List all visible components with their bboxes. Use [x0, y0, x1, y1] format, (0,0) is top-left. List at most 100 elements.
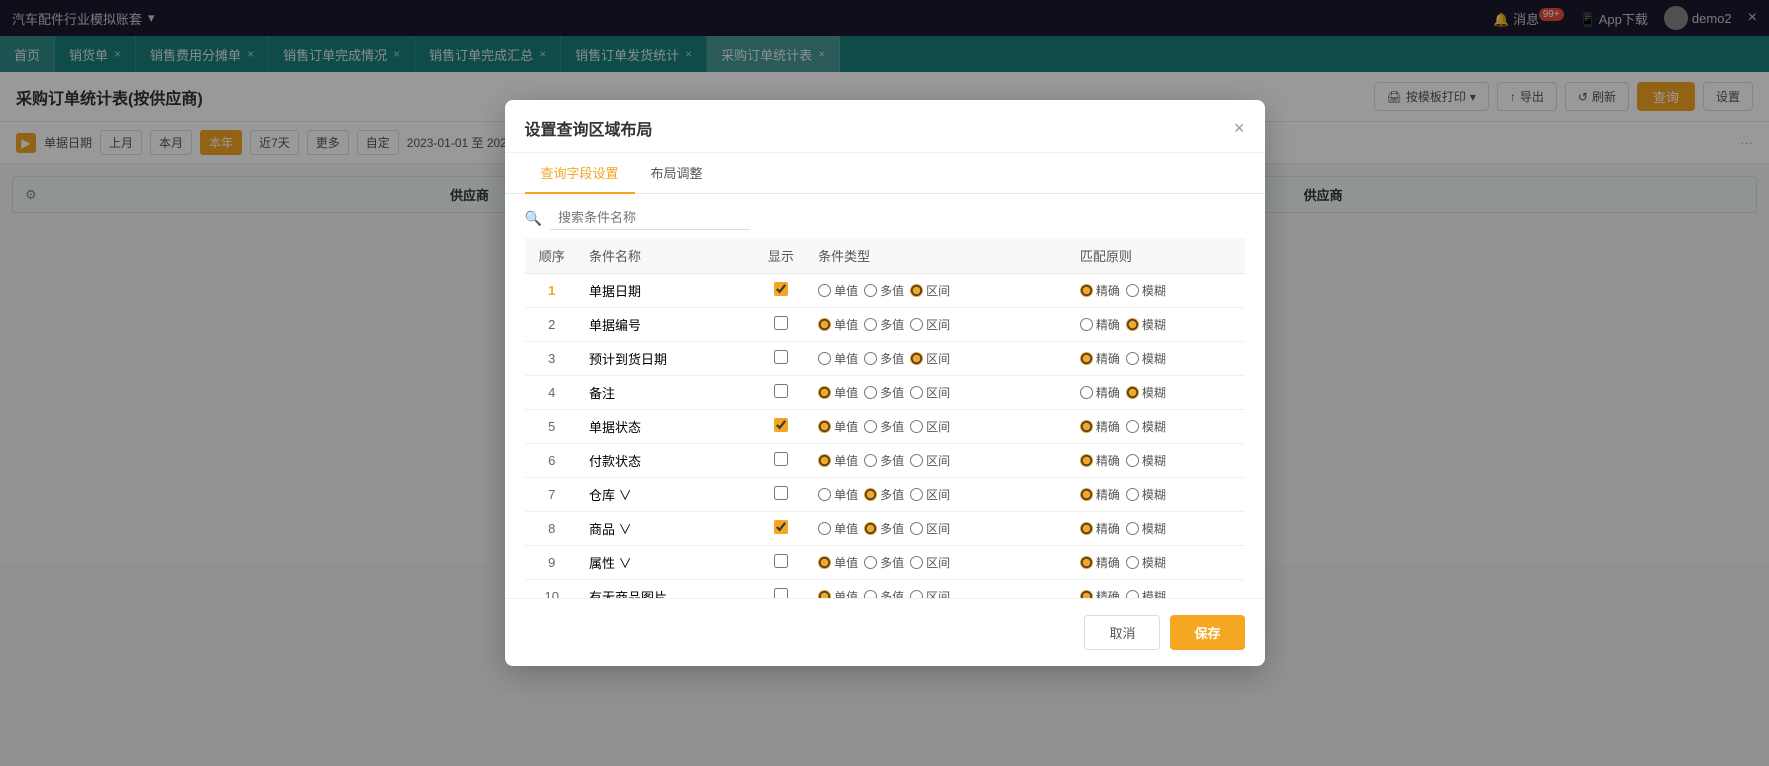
row-display-checkbox[interactable] — [774, 316, 788, 330]
type-range-label[interactable]: 区间 — [910, 588, 950, 598]
modal-close-button[interactable]: × — [1234, 119, 1245, 137]
match-fuzzy-label[interactable]: 模糊 — [1126, 282, 1166, 299]
match-fuzzy-radio[interactable] — [1126, 488, 1139, 501]
type-single-label[interactable]: 单值 — [818, 588, 858, 598]
type-single-radio[interactable] — [818, 284, 831, 297]
match-fuzzy-radio[interactable] — [1126, 284, 1139, 297]
type-multi-label[interactable]: 多值 — [864, 486, 904, 503]
type-range-radio[interactable] — [910, 386, 923, 399]
match-fuzzy-radio[interactable] — [1126, 386, 1139, 399]
row-display-checkbox[interactable] — [774, 350, 788, 364]
type-multi-label[interactable]: 多值 — [864, 588, 904, 598]
match-fuzzy-label[interactable]: 模糊 — [1126, 350, 1166, 367]
type-range-label[interactable]: 区间 — [910, 486, 950, 503]
type-range-radio[interactable] — [910, 284, 923, 297]
row-display-checkbox[interactable] — [774, 282, 788, 296]
type-range-radio[interactable] — [910, 488, 923, 501]
type-range-radio[interactable] — [910, 590, 923, 598]
match-exact-label[interactable]: 精确 — [1080, 316, 1120, 333]
type-single-radio[interactable] — [818, 352, 831, 365]
type-single-label[interactable]: 单值 — [818, 452, 858, 469]
match-exact-label[interactable]: 精确 — [1080, 588, 1120, 598]
type-multi-radio[interactable] — [864, 318, 877, 331]
match-exact-radio[interactable] — [1080, 454, 1093, 467]
modal-overlay[interactable]: 设置查询区域布局 × 查询字段设置 布局调整 🔍 顺序 条件名称 — [0, 0, 1769, 766]
type-single-label[interactable]: 单值 — [818, 520, 858, 537]
row-display-checkbox[interactable] — [774, 452, 788, 466]
match-exact-label[interactable]: 精确 — [1080, 282, 1120, 299]
type-single-label[interactable]: 单值 — [818, 486, 858, 503]
match-fuzzy-label[interactable]: 模糊 — [1126, 554, 1166, 571]
type-multi-radio[interactable] — [864, 386, 877, 399]
type-single-label[interactable]: 单值 — [818, 554, 858, 571]
type-multi-label[interactable]: 多值 — [864, 520, 904, 537]
type-multi-radio[interactable] — [864, 556, 877, 569]
type-range-radio[interactable] — [910, 318, 923, 331]
match-fuzzy-radio[interactable] — [1126, 590, 1139, 598]
type-single-radio[interactable] — [818, 454, 831, 467]
type-range-label[interactable]: 区间 — [910, 282, 950, 299]
row-display-checkbox[interactable] — [774, 486, 788, 500]
type-range-radio[interactable] — [910, 522, 923, 535]
match-exact-label[interactable]: 精确 — [1080, 418, 1120, 435]
row-display-checkbox[interactable] — [774, 384, 788, 398]
modal-tab-query-fields[interactable]: 查询字段设置 — [525, 153, 635, 194]
type-single-radio[interactable] — [818, 488, 831, 501]
type-multi-label[interactable]: 多值 — [864, 452, 904, 469]
type-single-radio[interactable] — [818, 590, 831, 598]
type-multi-radio[interactable] — [864, 488, 877, 501]
type-range-label[interactable]: 区间 — [910, 418, 950, 435]
type-range-radio[interactable] — [910, 420, 923, 433]
type-multi-radio[interactable] — [864, 590, 877, 598]
type-range-label[interactable]: 区间 — [910, 384, 950, 401]
type-single-label[interactable]: 单值 — [818, 282, 858, 299]
row-display-checkbox[interactable] — [774, 520, 788, 534]
match-exact-label[interactable]: 精确 — [1080, 554, 1120, 571]
row-display-checkbox[interactable] — [774, 418, 788, 432]
condition-search-input[interactable] — [550, 206, 750, 230]
save-button[interactable]: 保存 — [1170, 615, 1244, 650]
type-multi-label[interactable]: 多值 — [864, 316, 904, 333]
match-fuzzy-label[interactable]: 模糊 — [1126, 486, 1166, 503]
type-range-label[interactable]: 区间 — [910, 520, 950, 537]
match-fuzzy-label[interactable]: 模糊 — [1126, 588, 1166, 598]
match-exact-radio[interactable] — [1080, 318, 1093, 331]
match-exact-label[interactable]: 精确 — [1080, 520, 1120, 537]
match-exact-radio[interactable] — [1080, 590, 1093, 598]
type-range-label[interactable]: 区间 — [910, 350, 950, 367]
match-fuzzy-label[interactable]: 模糊 — [1126, 452, 1166, 469]
match-fuzzy-radio[interactable] — [1126, 522, 1139, 535]
match-fuzzy-radio[interactable] — [1126, 454, 1139, 467]
type-single-radio[interactable] — [818, 522, 831, 535]
type-single-radio[interactable] — [818, 420, 831, 433]
match-exact-radio[interactable] — [1080, 556, 1093, 569]
type-single-label[interactable]: 单值 — [818, 350, 858, 367]
match-exact-radio[interactable] — [1080, 284, 1093, 297]
type-single-radio[interactable] — [818, 386, 831, 399]
type-single-label[interactable]: 单值 — [818, 316, 858, 333]
row-display-checkbox[interactable] — [774, 554, 788, 568]
modal-tab-layout[interactable]: 布局调整 — [635, 153, 719, 194]
type-multi-radio[interactable] — [864, 352, 877, 365]
type-range-label[interactable]: 区间 — [910, 554, 950, 571]
match-fuzzy-radio[interactable] — [1126, 556, 1139, 569]
match-exact-radio[interactable] — [1080, 488, 1093, 501]
type-range-radio[interactable] — [910, 352, 923, 365]
type-multi-radio[interactable] — [864, 420, 877, 433]
type-multi-radio[interactable] — [864, 522, 877, 535]
match-exact-label[interactable]: 精确 — [1080, 350, 1120, 367]
type-range-radio[interactable] — [910, 454, 923, 467]
type-multi-label[interactable]: 多值 — [864, 418, 904, 435]
match-fuzzy-label[interactable]: 模糊 — [1126, 316, 1166, 333]
type-multi-label[interactable]: 多值 — [864, 350, 904, 367]
match-fuzzy-label[interactable]: 模糊 — [1126, 418, 1166, 435]
type-single-radio[interactable] — [818, 318, 831, 331]
type-single-label[interactable]: 单值 — [818, 384, 858, 401]
cancel-button[interactable]: 取消 — [1084, 615, 1160, 650]
type-range-label[interactable]: 区间 — [910, 316, 950, 333]
match-fuzzy-label[interactable]: 模糊 — [1126, 520, 1166, 537]
match-exact-label[interactable]: 精确 — [1080, 384, 1120, 401]
match-exact-label[interactable]: 精确 — [1080, 486, 1120, 503]
type-multi-label[interactable]: 多值 — [864, 554, 904, 571]
type-multi-label[interactable]: 多值 — [864, 384, 904, 401]
